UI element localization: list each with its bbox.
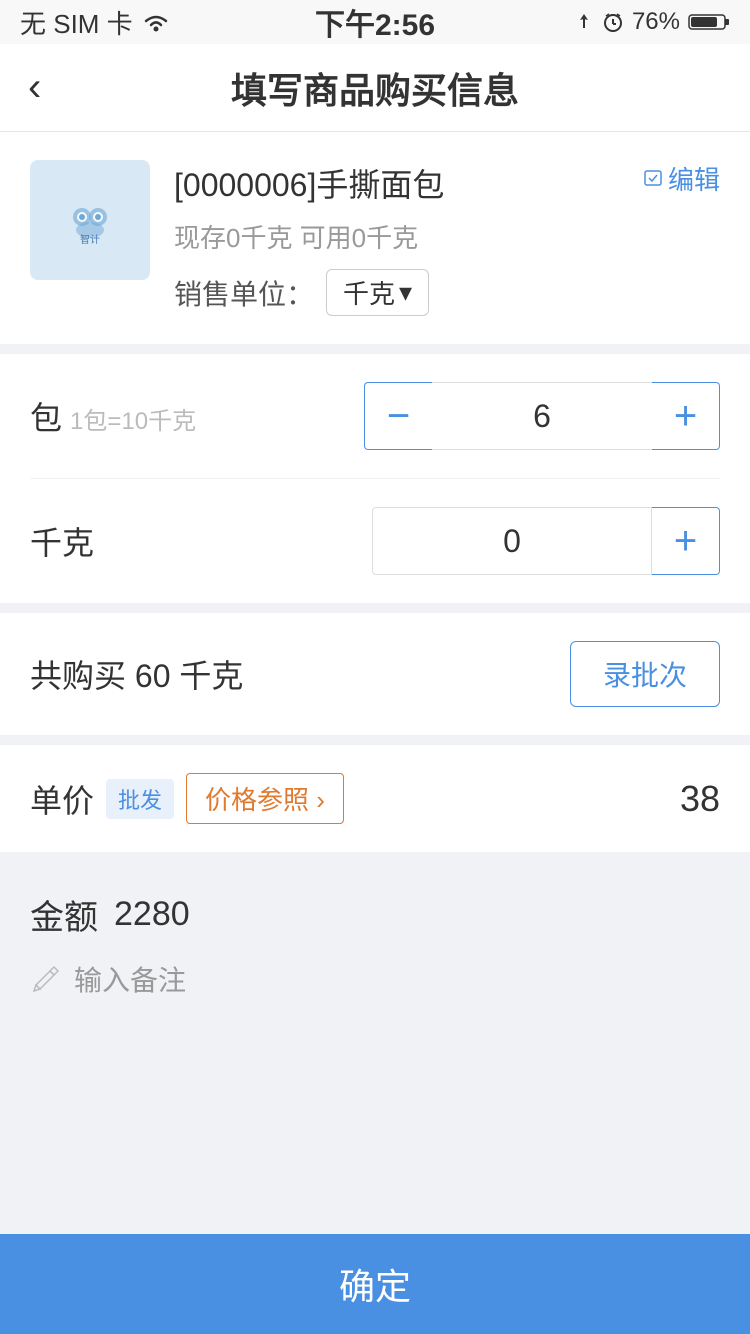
wifi-icon — [141, 11, 171, 33]
bag-plus-button[interactable]: + — [652, 382, 720, 450]
status-bar: 无 SIM 卡 下午2:56 76% — [0, 0, 750, 44]
price-section: 单价 批发 价格参照 › 38 — [0, 745, 750, 862]
product-card: 智计 [0000006]手撕面包 编辑 现存0千克 可用0千克 销售单位： 千克… — [0, 132, 750, 354]
svg-text:智计: 智计 — [80, 233, 100, 245]
no-sim-text: 无 SIM 卡 — [20, 4, 133, 41]
amount-value: 2280 — [114, 895, 190, 934]
back-button[interactable]: ‹ — [28, 65, 41, 110]
edit-label: 编辑 — [668, 160, 720, 197]
product-unit-row: 销售单位： 千克 ▾ — [174, 269, 720, 316]
bag-sub-label: 1包=10千克 — [70, 408, 196, 435]
product-image: 智计 — [30, 160, 150, 280]
price-label-text: 单价 — [30, 776, 94, 822]
edit-button[interactable]: 编辑 — [642, 160, 720, 197]
unit-dropdown[interactable]: 千克 ▾ — [326, 269, 429, 316]
bag-stepper: − + — [364, 382, 720, 450]
nav-bar: ‹ 填写商品购买信息 — [0, 44, 750, 132]
price-value: 38 — [680, 778, 720, 820]
input-section: 包1包=10千克 − + 千克 + — [0, 354, 750, 613]
product-name: [0000006]手撕面包 — [174, 160, 444, 206]
price-ref-button[interactable]: 价格参照 › — [186, 773, 344, 824]
product-logo: 智计 — [55, 195, 125, 245]
battery-percentage: 76% — [632, 8, 680, 36]
kg-plus-button[interactable]: + — [652, 507, 720, 575]
amount-section: 金额 2280 输入备注 — [0, 862, 750, 1019]
kg-input-row: 千克 + — [30, 479, 720, 603]
battery-icon — [688, 12, 730, 32]
price-label: 单价 批发 价格参照 › — [30, 773, 344, 824]
unit-label: 销售单位： — [174, 273, 314, 313]
total-row: 共购买 60 千克 录批次 — [0, 613, 750, 745]
price-row: 单价 批发 价格参照 › 38 — [30, 773, 720, 824]
confirm-button[interactable]: 确定 — [0, 1234, 750, 1334]
bag-label: 包1包=10千克 — [30, 393, 196, 439]
bag-quantity-input[interactable] — [432, 382, 652, 450]
pencil-icon — [30, 963, 62, 995]
bag-minus-button[interactable]: − — [364, 382, 432, 450]
unit-value: 千克 — [343, 274, 395, 311]
kg-label: 千克 — [30, 518, 94, 564]
total-text: 共购买 60 千克 — [30, 651, 243, 697]
batch-button[interactable]: 录批次 — [570, 641, 720, 707]
status-right: 76% — [574, 8, 730, 36]
kg-quantity-input[interactable] — [372, 507, 652, 575]
remark-row[interactable]: 输入备注 — [30, 959, 720, 999]
empty-space — [0, 1019, 750, 1259]
amount-row: 金额 2280 — [30, 890, 720, 939]
amount-label: 金额 — [30, 890, 98, 939]
kg-input-wrapper: + — [372, 507, 720, 575]
status-left: 无 SIM 卡 — [20, 4, 171, 41]
location-icon — [574, 12, 594, 32]
product-stock: 现存0千克 可用0千克 — [174, 218, 720, 255]
edit-icon — [642, 168, 664, 190]
price-badge: 批发 — [106, 779, 174, 819]
bag-input-row: 包1包=10千克 − + — [30, 354, 720, 479]
dropdown-arrow-icon: ▾ — [399, 277, 412, 308]
status-time: 下午2:56 — [315, 0, 435, 44]
alarm-icon — [602, 12, 624, 32]
page-title: 填写商品购买信息 — [231, 62, 519, 114]
product-info: [0000006]手撕面包 编辑 现存0千克 可用0千克 销售单位： 千克 ▾ — [174, 160, 720, 316]
remark-label: 输入备注 — [74, 959, 186, 999]
